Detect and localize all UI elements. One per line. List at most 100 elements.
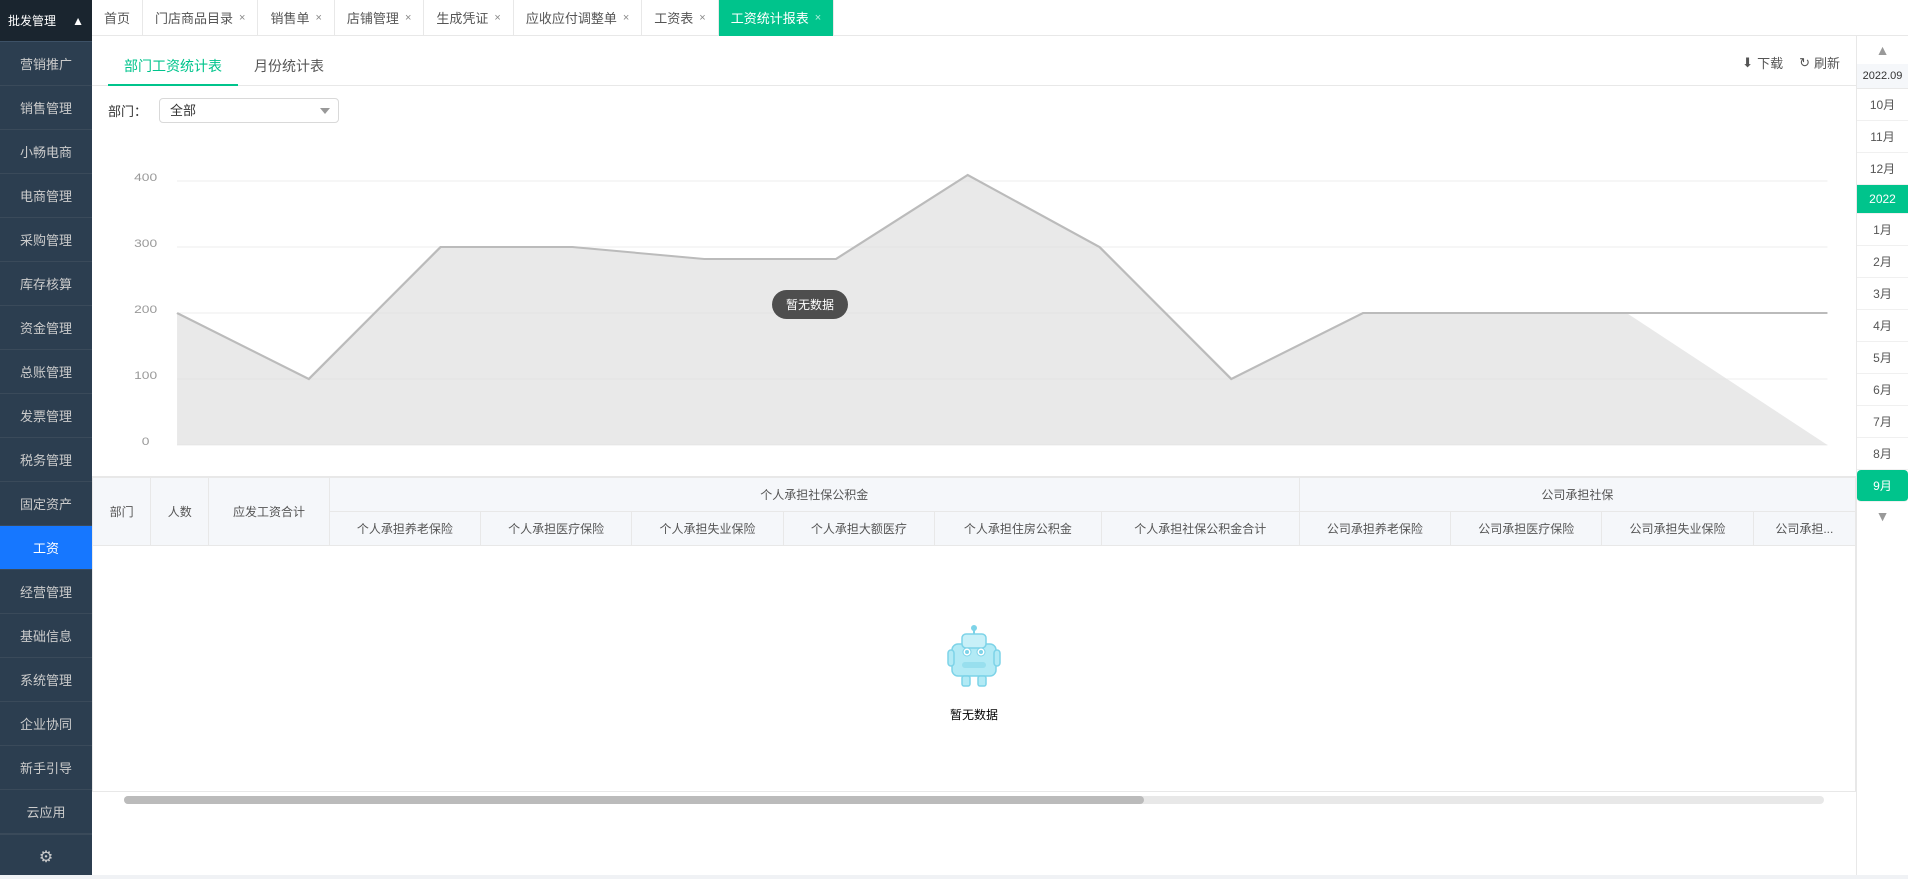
tab-close-门店商品目录[interactable]: × (239, 12, 245, 24)
sidebar-item-销售管理[interactable]: 销售管理 (0, 86, 92, 130)
sidebar-bottom: ⚙ (0, 834, 92, 879)
sidebar-item-基础信息[interactable]: 基础信息 (0, 614, 92, 658)
month-item-oct[interactable]: 10月 (1857, 89, 1908, 121)
col-company-pension: 公司承担养老保险 (1299, 512, 1450, 546)
tab-close-工资统计报表[interactable]: × (815, 12, 821, 24)
tab-close-店铺管理[interactable]: × (405, 12, 411, 24)
sidebar-item-云应用[interactable]: 云应用 (0, 790, 92, 834)
sidebar-header[interactable]: 批发管理 ▲ (0, 0, 92, 42)
month-item-sep[interactable]: 9月 (1857, 470, 1908, 502)
sidebar-items: 营销推广销售管理小畅电商电商管理采购管理库存核算资金管理总账管理发票管理税务管理… (0, 42, 92, 834)
sidebar-item-库存核算[interactable]: 库存核算 (0, 262, 92, 306)
data-table: 部门 人数 应发工资合计 个人承担社保公积金 公司承担社保 个人承担养老保险 个… (92, 477, 1856, 792)
filters: 部门： 全部 销售部 财务部 人事部 技术部 (92, 86, 1856, 135)
tab-门店商品目录[interactable]: 门店商品目录 × (143, 0, 258, 36)
sidebar-item-新手引导[interactable]: 新手引导 (0, 746, 92, 790)
sidebar-item-系统管理[interactable]: 系统管理 (0, 658, 92, 702)
col-group-company: 公司承担社保 (1299, 478, 1855, 512)
sidebar-arrow: ▲ (72, 14, 84, 28)
sidebar-item-资金管理[interactable]: 资金管理 (0, 306, 92, 350)
col-personal-total: 个人承担社保公积金合计 (1101, 512, 1299, 546)
empty-state: 暂无数据 (103, 554, 1845, 783)
month-item-jul[interactable]: 7月 (1857, 406, 1908, 438)
tab-店铺管理[interactable]: 店铺管理× (335, 0, 424, 36)
tab-生成凭证[interactable]: 生成凭证 × (424, 0, 513, 36)
sidebar-item-小畅电商[interactable]: 小畅电商 (0, 130, 92, 174)
col-company-unemployment: 公司承担失业保险 (1602, 512, 1753, 546)
tab-close-应收应付调整单[interactable]: × (623, 12, 629, 24)
scrollbar-container (92, 792, 1856, 812)
empty-row: 暂无数据 (93, 546, 1856, 792)
month-item-aug[interactable]: 8月 (1857, 438, 1908, 470)
main-panel: 部门工资统计表月份统计表 ⬇ 下载 ↻ 刷新 部门： 全部 销 (92, 36, 1856, 875)
year-2022-highlight[interactable]: 2022 (1857, 185, 1908, 214)
svg-text:0: 0 (142, 435, 150, 447)
sidebar-item-营销推广[interactable]: 营销推广 (0, 42, 92, 86)
nav-up-arrow[interactable]: ▲ (1857, 36, 1908, 64)
tab-close-销售单[interactable]: × (315, 12, 321, 24)
tab-label-销售单: 销售单 (270, 8, 309, 27)
empty-text: 暂无数据 (950, 706, 998, 723)
month-item-apr[interactable]: 4月 (1857, 310, 1908, 342)
col-personal-unemployment: 个人承担失业保险 (632, 512, 783, 546)
scrollbar-track[interactable] (124, 796, 1824, 804)
tab-首页[interactable]: 首页 (92, 0, 143, 36)
refresh-icon: ↻ (1799, 55, 1810, 71)
tab-工资统计报表[interactable]: 工资统计报表 × (719, 0, 834, 36)
table-wrapper: 部门 人数 应发工资合计 个人承担社保公积金 公司承担社保 个人承担养老保险 个… (92, 476, 1856, 812)
tab-销售单[interactable]: 销售单 × (258, 0, 334, 36)
tab-close-工资表[interactable]: × (699, 12, 705, 24)
tab-label-生成凭证: 生成凭证 (436, 8, 488, 27)
col-company-medical: 公司承担医疗保险 (1451, 512, 1602, 546)
main-area: 首页门店商品目录×销售单×店铺管理×生成凭证×应收应付调整单×工资表×工资统计报… (92, 0, 1908, 875)
download-button[interactable]: ⬇ 下载 (1742, 53, 1783, 72)
month-item-dec[interactable]: 12月 (1857, 153, 1908, 185)
sidebar-item-固定资产[interactable]: 固定资产 (0, 482, 92, 526)
nav-down-arrow[interactable]: ▼ (1857, 502, 1908, 530)
sidebar-item-采购管理[interactable]: 采购管理 (0, 218, 92, 262)
sub-tabs: 部门工资统计表月份统计表 ⬇ 下载 ↻ 刷新 (92, 36, 1856, 86)
refresh-button[interactable]: ↻ 刷新 (1799, 53, 1840, 72)
download-icon: ⬇ (1742, 55, 1753, 71)
gear-icon[interactable]: ⚙ (0, 835, 92, 879)
content-area: 部门工资统计表月份统计表 ⬇ 下载 ↻ 刷新 部门： 全部 销 (92, 36, 1908, 875)
department-select[interactable]: 全部 销售部 财务部 人事部 技术部 (159, 98, 339, 123)
svg-text:400: 400 (134, 171, 157, 183)
download-label: 下载 (1757, 53, 1783, 72)
tab-close-生成凭证[interactable]: × (494, 12, 500, 24)
col-personal-medical: 个人承担医疗保险 (481, 512, 632, 546)
sub-tab-月份统计表[interactable]: 月份统计表 (238, 48, 340, 86)
month-item-jan[interactable]: 1月 (1857, 214, 1908, 246)
sub-tab-部门工资统计表[interactable]: 部门工资统计表 (108, 48, 238, 86)
tab-bar: 首页门店商品目录×销售单×店铺管理×生成凭证×应收应付调整单×工资表×工资统计报… (92, 0, 1908, 36)
month-item-mar[interactable]: 3月 (1857, 278, 1908, 310)
col-group-personal: 个人承担社保公积金 (329, 478, 1299, 512)
chart-container: 0 100 200 300 400 (92, 135, 1856, 476)
col-personal-pension: 个人承担养老保险 (329, 512, 480, 546)
sidebar-item-工资[interactable]: 工资 (0, 526, 92, 570)
right-month-picker: ▲ 2022.09 10月 11月 12月 2022 1月 2月 3月 4月 5… (1856, 36, 1908, 875)
month-item-may[interactable]: 5月 (1857, 342, 1908, 374)
tab-label-首页: 首页 (104, 8, 130, 27)
tab-工资表[interactable]: 工资表× (642, 0, 718, 36)
month-item-jun[interactable]: 6月 (1857, 374, 1908, 406)
month-item-nov[interactable]: 11月 (1857, 121, 1908, 153)
refresh-label: 刷新 (1814, 53, 1840, 72)
sidebar-item-税务管理[interactable]: 税务管理 (0, 438, 92, 482)
col-personal-housing: 个人承担住房公积金 (935, 512, 1102, 546)
month-item-feb[interactable]: 2月 (1857, 246, 1908, 278)
tab-应收应付调整单[interactable]: 应收应付调整单× (514, 0, 642, 36)
sub-tabs-container: 部门工资统计表月份统计表 (108, 48, 340, 85)
col-salary-total: 应发工资合计 (209, 478, 329, 546)
sidebar-item-总账管理[interactable]: 总账管理 (0, 350, 92, 394)
sidebar-title: 批发管理 (8, 12, 56, 29)
sidebar-item-电商管理[interactable]: 电商管理 (0, 174, 92, 218)
sidebar-item-发票管理[interactable]: 发票管理 (0, 394, 92, 438)
sidebar-item-企业协同[interactable]: 企业协同 (0, 702, 92, 746)
scrollbar-thumb (124, 796, 1144, 804)
tab-label-工资统计报表: 工资统计报表 (731, 8, 809, 27)
sidebar-item-经营管理[interactable]: 经营管理 (0, 570, 92, 614)
svg-text:300: 300 (134, 237, 157, 249)
tab-label-门店商品目录: 门店商品目录 (155, 8, 233, 27)
col-department: 部门 (93, 478, 151, 546)
